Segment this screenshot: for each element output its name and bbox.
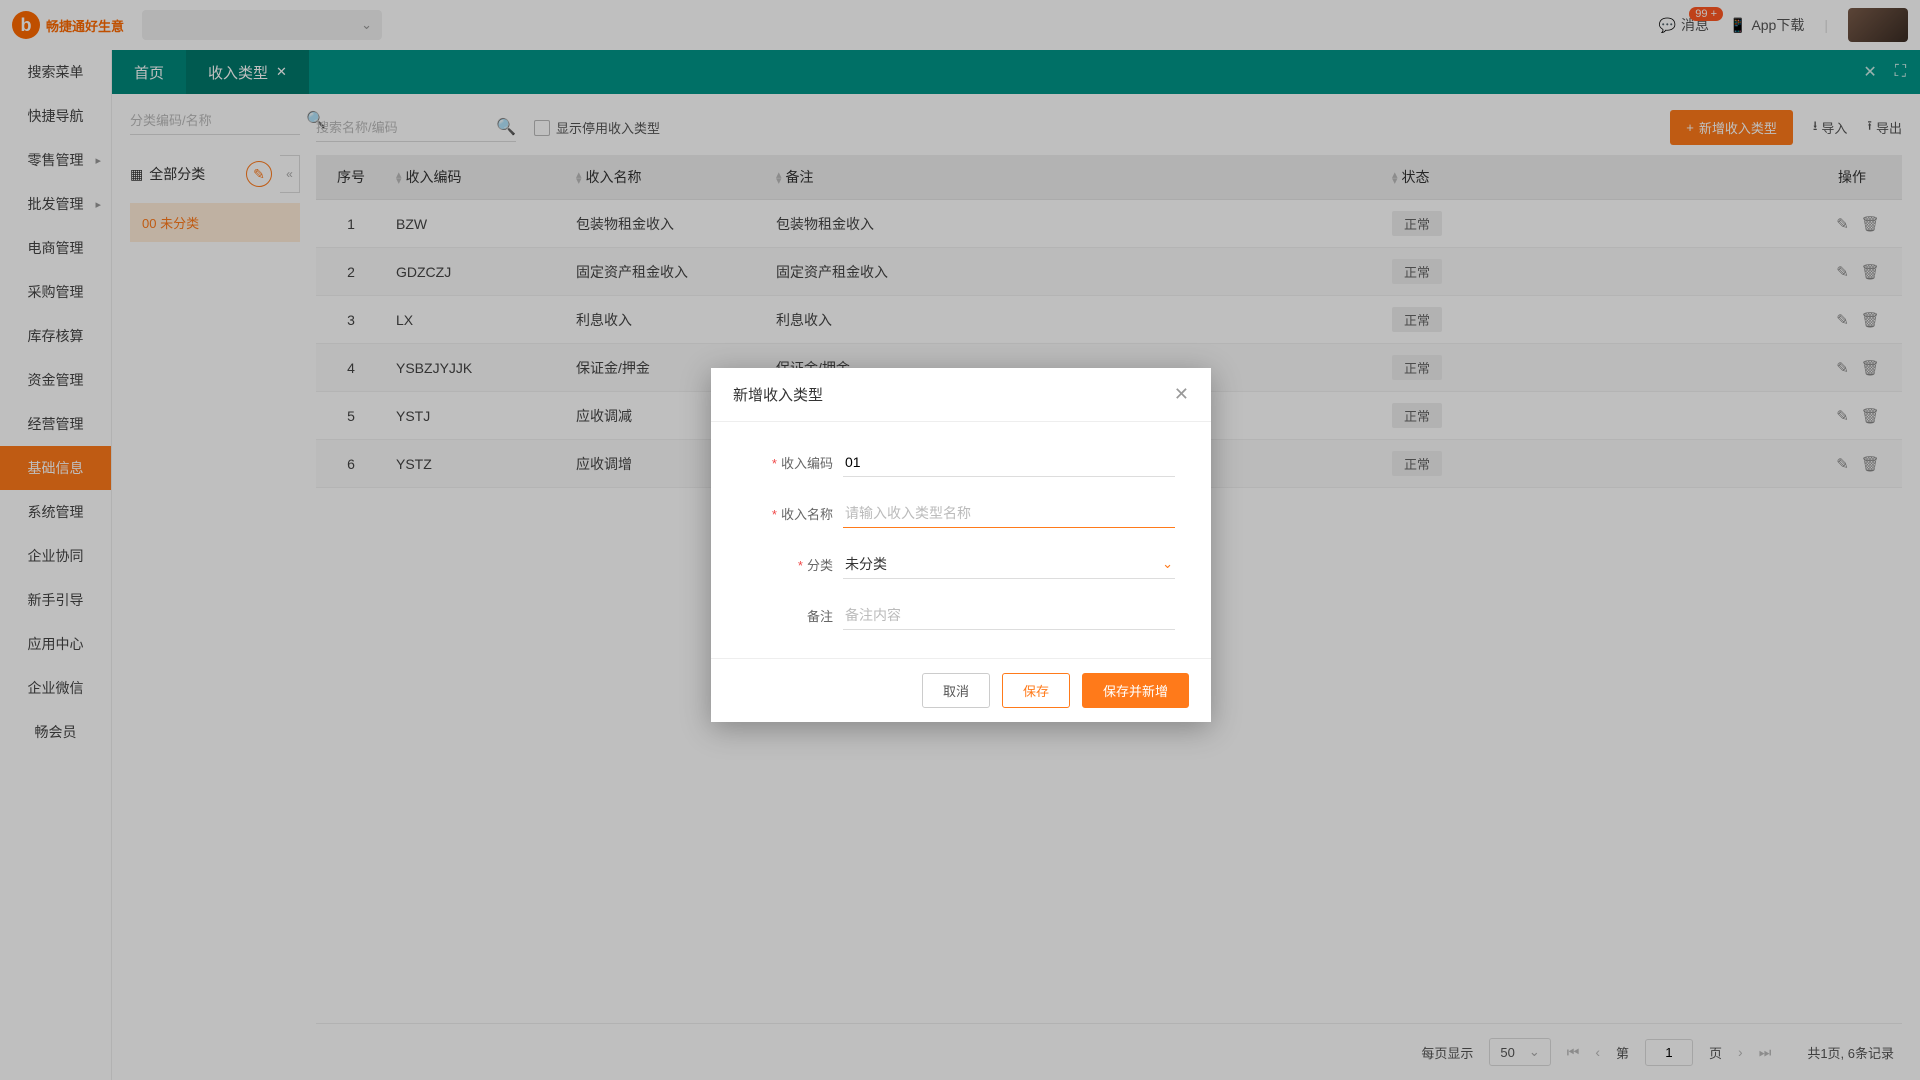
field-remark: 备注 — [747, 601, 1175, 630]
modal-body: 收入编码 收入名称 分类 未分类 ⌄ 备注 — [711, 422, 1211, 658]
modal-footer: 取消 保存 保存并新增 — [711, 658, 1211, 722]
field-category: 分类 未分类 ⌄ — [747, 550, 1175, 579]
remark-label: 备注 — [747, 606, 843, 625]
save-button[interactable]: 保存 — [1002, 673, 1070, 708]
code-label: 收入编码 — [747, 453, 843, 472]
name-input[interactable] — [843, 499, 1175, 528]
field-code: 收入编码 — [747, 448, 1175, 477]
modal-header: 新增收入类型 ✕ — [711, 368, 1211, 422]
modal-title: 新增收入类型 — [733, 384, 823, 405]
new-income-type-modal: 新增收入类型 ✕ 收入编码 收入名称 分类 未分类 ⌄ 备注 取消 保存 保存并… — [711, 368, 1211, 722]
save-and-new-button[interactable]: 保存并新增 — [1082, 673, 1189, 708]
code-input[interactable] — [843, 448, 1175, 477]
category-value: 未分类 — [845, 554, 887, 574]
cancel-button[interactable]: 取消 — [922, 673, 990, 708]
field-name: 收入名称 — [747, 499, 1175, 528]
category-select[interactable]: 未分类 ⌄ — [843, 550, 1175, 579]
close-icon[interactable]: ✕ — [1174, 384, 1189, 405]
name-label: 收入名称 — [747, 504, 843, 523]
remark-input[interactable] — [843, 601, 1175, 630]
chevron-down-icon: ⌄ — [1162, 556, 1173, 572]
category-label: 分类 — [747, 555, 843, 574]
